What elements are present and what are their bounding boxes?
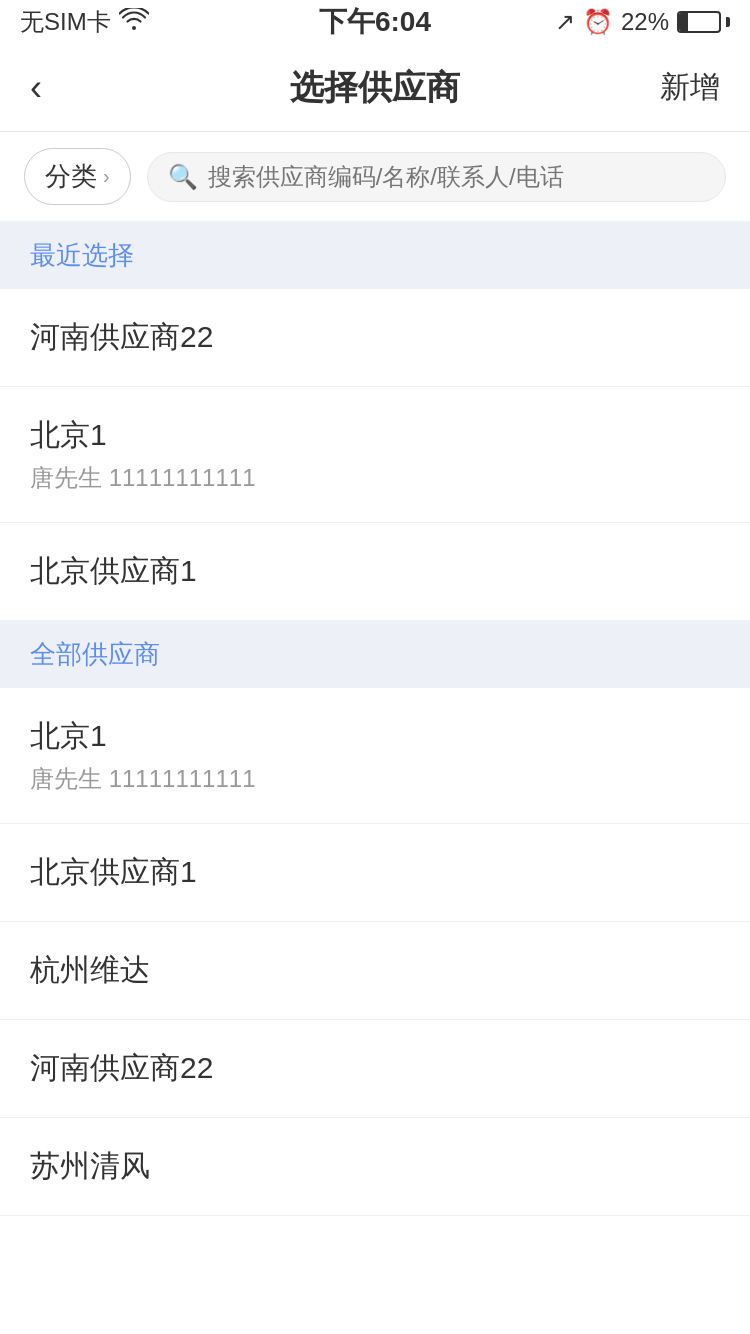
supplier-name: 杭州维达 — [30, 950, 720, 991]
supplier-name: 北京供应商1 — [30, 852, 720, 893]
wifi-icon — [119, 8, 149, 36]
add-button[interactable]: 新增 — [660, 67, 720, 108]
list-item[interactable]: 北京1 唐先生 11111111111 — [0, 688, 750, 824]
section-header-all: 全部供应商 — [0, 621, 750, 688]
search-input[interactable] — [208, 163, 705, 191]
status-bar: 无SIM卡 下午6:04 ↗ ⏰ 22% — [0, 0, 750, 44]
filter-bar: 分类 › 🔍 — [0, 132, 750, 222]
list-item[interactable]: 苏州清风 — [0, 1118, 750, 1216]
list-item[interactable]: 河南供应商22 — [0, 1020, 750, 1118]
category-button[interactable]: 分类 › — [24, 148, 131, 205]
supplier-name: 北京1 — [30, 415, 720, 456]
supplier-list: 最近选择河南供应商22 北京1 唐先生 11111111111 北京供应商1 全部供应商… — [0, 222, 750, 1216]
status-right: ↗ ⏰ 22% — [555, 8, 730, 36]
section-header-label: 最近选择 — [30, 240, 134, 270]
supplier-name: 河南供应商22 — [30, 1048, 720, 1089]
list-item[interactable]: 北京1 唐先生 11111111111 — [0, 387, 750, 523]
section-header-label: 全部供应商 — [30, 639, 160, 669]
page-title: 选择供应商 — [290, 65, 460, 111]
location-icon: ↗ — [555, 8, 575, 36]
supplier-name: 河南供应商22 — [30, 317, 720, 358]
supplier-contact: 唐先生 11111111111 — [30, 462, 720, 494]
chevron-right-icon: › — [103, 165, 110, 188]
category-label: 分类 — [45, 159, 97, 194]
battery-percent: 22% — [621, 8, 669, 36]
status-time: 下午6:04 — [319, 3, 431, 41]
battery-icon — [677, 11, 730, 33]
search-icon: 🔍 — [168, 163, 198, 191]
supplier-contact: 唐先生 11111111111 — [30, 763, 720, 795]
status-left: 无SIM卡 — [20, 6, 149, 38]
supplier-name: 北京1 — [30, 716, 720, 757]
alarm-icon: ⏰ — [583, 8, 613, 36]
back-button[interactable]: ‹ — [30, 67, 90, 109]
list-item[interactable]: 杭州维达 — [0, 922, 750, 1020]
supplier-name: 苏州清风 — [30, 1146, 720, 1187]
supplier-name: 北京供应商1 — [30, 551, 720, 592]
carrier-text: 无SIM卡 — [20, 6, 111, 38]
nav-bar: ‹ 选择供应商 新增 — [0, 44, 750, 132]
list-item[interactable]: 河南供应商22 — [0, 289, 750, 387]
section-header-recent: 最近选择 — [0, 222, 750, 289]
list-item[interactable]: 北京供应商1 — [0, 523, 750, 621]
search-box[interactable]: 🔍 — [147, 152, 726, 202]
list-item[interactable]: 北京供应商1 — [0, 824, 750, 922]
